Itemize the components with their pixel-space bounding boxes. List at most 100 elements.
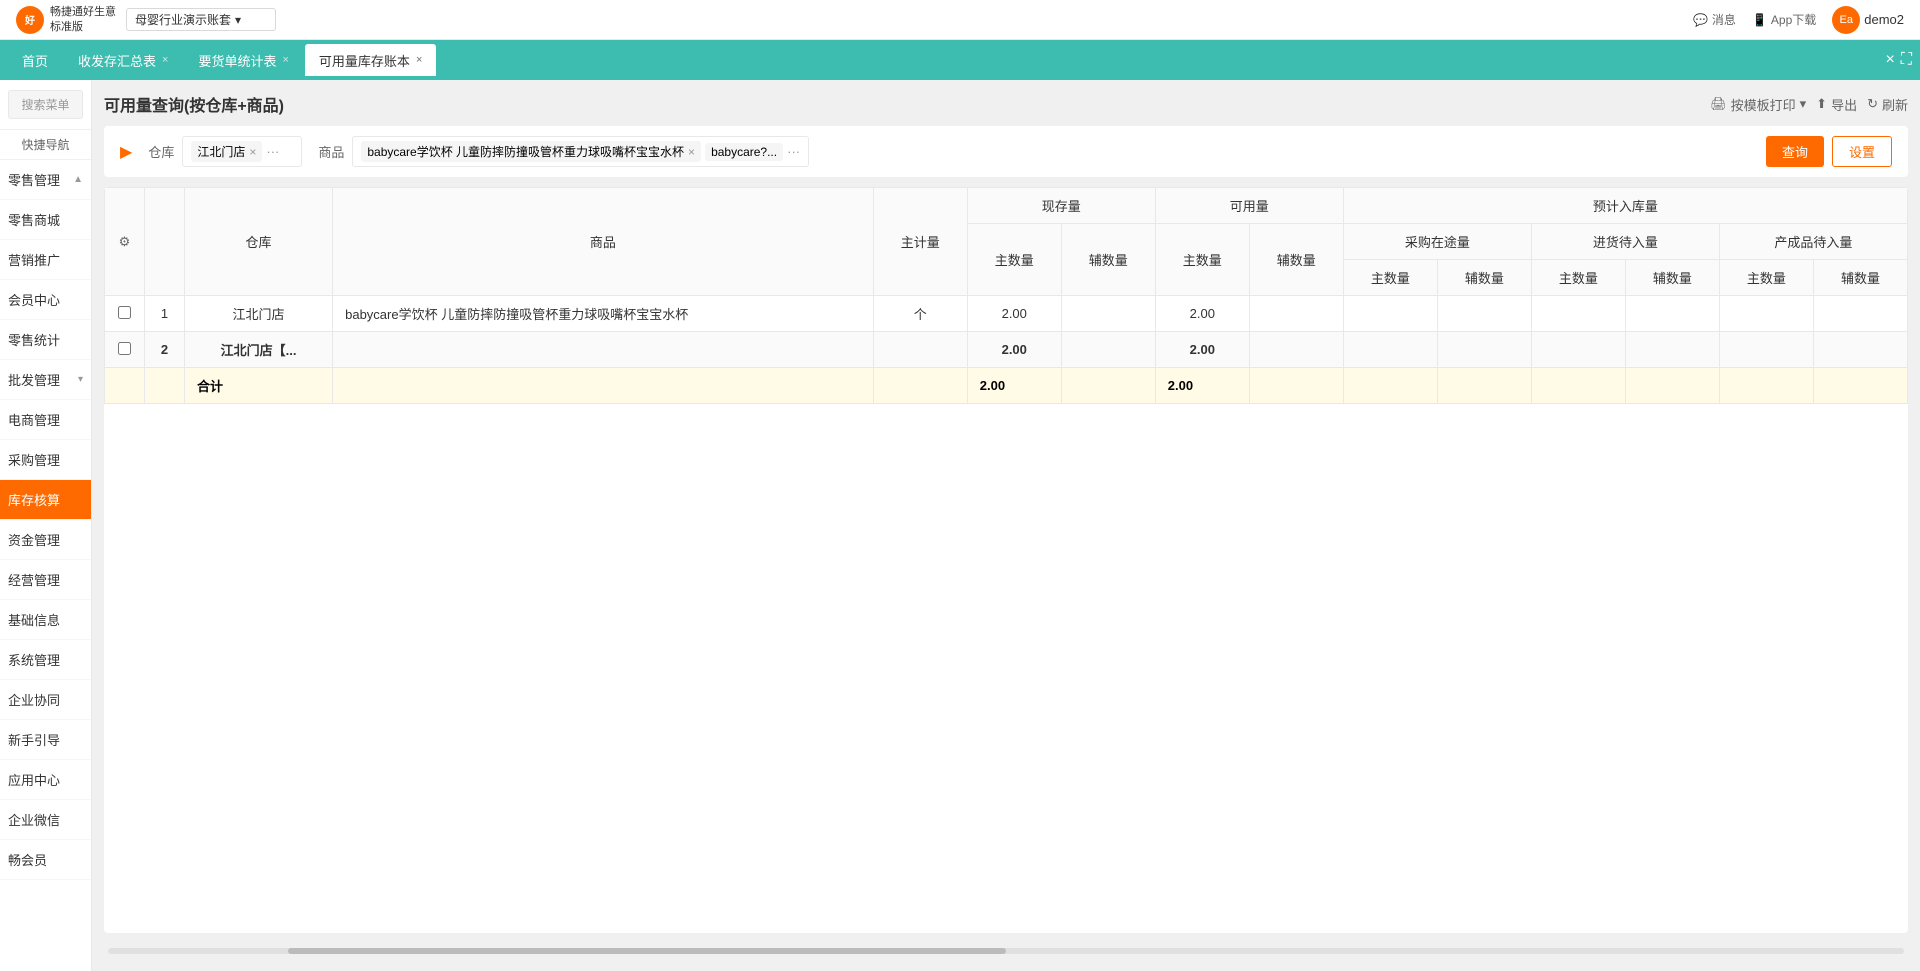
sidebar-item-inventory[interactable]: 库存核算 [0,480,91,520]
sidebar-item-entwechat[interactable]: 企业微信 [0,800,91,840]
chevron-down-icon: ▾ [235,13,241,27]
row-checkbox-2[interactable] [105,332,145,368]
col-warehouse-header: 仓库 [185,188,333,296]
expand-tabs-btn[interactable]: ⛶ [1901,51,1912,69]
sidebar-item-ecommerce[interactable]: 电商管理 [0,400,91,440]
industry-select[interactable]: 母婴行业演示账套 ▾ [126,8,276,31]
col-parriving-main: 主数量 [1531,260,1625,296]
row-num-1: 1 [145,296,185,332]
template-print-btn[interactable]: 🖨 按模板打印 ▾ [1710,95,1806,114]
row-product-2 [333,332,874,368]
row-warehouse-2: 江北门店【... [185,332,333,368]
col-plannedin-header: 预计入库量 [1343,188,1907,224]
col-rownum-header [145,188,185,296]
sidebar-item-purchase[interactable]: 采购管理 [0,440,91,480]
settings-icon[interactable]: ⚙ [119,234,131,249]
user-area[interactable]: Ea demo2 [1832,6,1904,34]
row-availmain-2: 2.00 [1155,332,1249,368]
logo-text: 畅捷通好生意 标准版 [50,5,116,34]
message-btn[interactable]: 💬 消息 [1693,11,1736,28]
export-btn[interactable]: ⬆ 导出 [1816,95,1857,114]
quick-nav-btn[interactable]: 快捷导航 [0,130,91,160]
sidebar-item-system[interactable]: 系统管理 [0,640,91,680]
row-prodarrivingsub-2 [1813,332,1907,368]
logo-area: 好 畅捷通好生意 标准版 [16,5,116,34]
app-download-btn[interactable]: 📱 App下载 [1752,11,1816,28]
more-icon[interactable]: ··· [787,144,800,159]
page-actions: 🖨 按模板打印 ▾ ⬆ 导出 ↻ 刷新 [1710,95,1908,114]
close-all-tabs-btn[interactable]: × [1885,51,1894,69]
horizontal-scrollbar[interactable] [104,943,1908,959]
refresh-btn[interactable]: ↻ 刷新 [1867,95,1908,114]
col-prodarriving-main: 主数量 [1719,260,1813,296]
row-stockmain-1: 2.00 [967,296,1061,332]
sidebar-item-retail[interactable]: 零售管理 ▲ [0,160,91,200]
filter-expand-btn[interactable]: ▶ [120,142,132,162]
sidebar-item-member2[interactable]: 畅会员 [0,840,91,880]
close-icon[interactable]: × [416,54,422,66]
sidebar-item-operations[interactable]: 经营管理 [0,560,91,600]
col-prodarriving-sub: 辅数量 [1813,260,1907,296]
warehouse-input[interactable]: 江北门店 × ··· [182,136,302,167]
product-filter: 商品 babycare学饮杯 儿童防摔防撞吸管杯重力球吸嘴杯宝宝水杯 × bab… [318,136,809,167]
query-btn[interactable]: 查询 [1766,136,1824,167]
row-warehouse-1: 江北门店 [185,296,333,332]
filter-bar: ▶ 仓库 江北门店 × ··· 商品 babycare学饮杯 儿童防摔防撞吸管杯… [104,126,1908,177]
remove-product-tag1[interactable]: × [688,145,695,159]
sidebar-item-retailmall[interactable]: 零售商城 [0,200,91,240]
sidebar-item-newbie[interactable]: 新手引导 [0,720,91,760]
chevron-down-icon: ▾ [1800,96,1807,112]
col-stock-sub-header: 辅数量 [1061,224,1155,296]
row-prodarrivingsub-1 [1813,296,1907,332]
setting-btn[interactable]: 设置 [1832,136,1892,167]
row-num-2: 2 [145,332,185,368]
row-checkbox-1[interactable] [105,296,145,332]
row-availmain-1: 2.00 [1155,296,1249,332]
sidebar-item-member[interactable]: 会员中心 [0,280,91,320]
search-menu-btn[interactable]: 搜索菜单 [8,90,83,119]
main-layout: 搜索菜单 快捷导航 零售管理 ▲ 零售商城 营销推广 会员中心 零售统计 批发管… [0,80,1920,971]
col-ponway-main: 主数量 [1343,260,1437,296]
nav-tabs: 首页 收发存汇总表 × 要货单统计表 × 可用量库存账本 × × ⛶ [0,40,1920,80]
tab-available[interactable]: 可用量库存账本 × [305,44,436,76]
col-available-header: 可用量 [1155,188,1343,224]
sidebar-item-marketing[interactable]: 营销推广 [0,240,91,280]
footer-label: 合计 [185,368,333,404]
tab-receive[interactable]: 收发存汇总表 × [64,44,182,76]
row-stockmain-2: 2.00 [967,332,1061,368]
sidebar-item-enterprise[interactable]: 企业协同 [0,680,91,720]
arrow-icon: ▲ [73,174,83,185]
page-title: 可用量查询(按仓库+商品) [104,92,284,116]
sidebar-item-wholesale[interactable]: 批发管理 ▾ [0,360,91,400]
col-currentstock-header: 现存量 [967,188,1155,224]
sidebar-item-basic[interactable]: 基础信息 [0,600,91,640]
row-parrivingmain-2 [1531,332,1625,368]
product-tag2: babycare?... [705,143,783,161]
top-bar-right: 💬 消息 📱 App下载 Ea demo2 [1693,6,1904,34]
tab-order[interactable]: 要货单统计表 × [184,44,302,76]
sidebar-item-finance[interactable]: 资金管理 [0,520,91,560]
close-icon[interactable]: × [282,54,288,66]
tab-home[interactable]: 首页 [8,44,62,76]
more-icon[interactable]: ··· [266,144,279,159]
col-settings-header: ⚙ [105,188,145,296]
row-ponwaymain-2 [1343,332,1437,368]
scroll-thumb[interactable] [288,948,1006,954]
close-icon[interactable]: × [162,54,168,66]
message-icon: 💬 [1693,13,1708,27]
page-header: 可用量查询(按仓库+商品) 🖨 按模板打印 ▾ ⬆ 导出 ↻ 刷新 [104,92,1908,116]
avatar: Ea [1832,6,1860,34]
col-product-header: 商品 [333,188,874,296]
row-ponwaysub-2 [1437,332,1531,368]
remove-warehouse-tag[interactable]: × [249,145,256,159]
col-parriving-sub: 辅数量 [1625,260,1719,296]
warehouse-tag: 江北门店 × [191,141,262,162]
sidebar-item-appcenter[interactable]: 应用中心 [0,760,91,800]
export-icon: ⬆ [1816,96,1827,112]
product-input[interactable]: babycare学饮杯 儿童防摔防撞吸管杯重力球吸嘴杯宝宝水杯 × babyca… [352,136,809,167]
data-table: ⚙ 仓库 商品 主计量 现存量 可用量 预计入库量 主数量 辅数量 主数量 [104,187,1908,404]
sidebar-item-retailstats[interactable]: 零售统计 [0,320,91,360]
refresh-icon: ↻ [1867,96,1878,112]
content-area: 可用量查询(按仓库+商品) 🖨 按模板打印 ▾ ⬆ 导出 ↻ 刷新 ▶ [92,80,1920,971]
row-parrivingsub-1 [1625,296,1719,332]
